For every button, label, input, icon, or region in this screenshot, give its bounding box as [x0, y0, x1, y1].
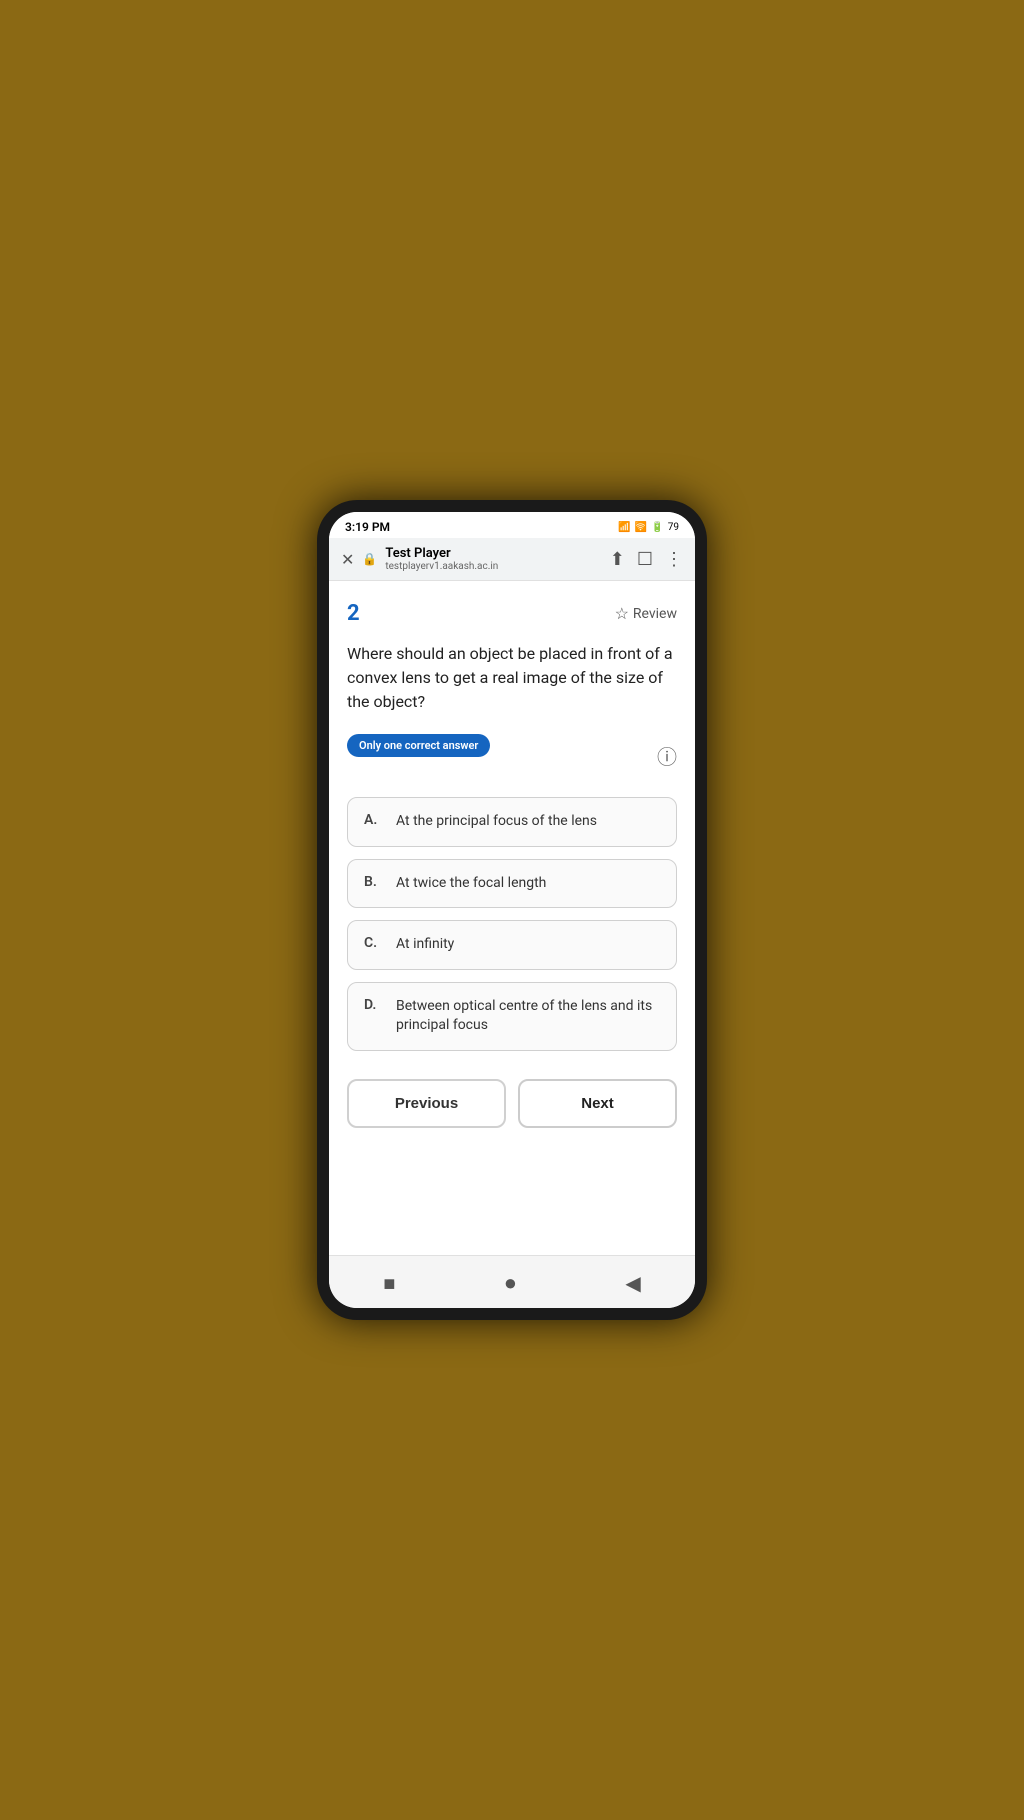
option-d[interactable]: D. Between optical centre of the lens an… — [347, 982, 677, 1051]
badge-info-row: Only one correct answer ⓘ — [347, 734, 677, 777]
back-button[interactable]: ◀ — [613, 1267, 652, 1299]
bookmark-icon[interactable]: ☐ — [637, 549, 653, 570]
option-c-letter: C. — [364, 935, 384, 951]
option-b-letter: B. — [364, 874, 384, 890]
bottom-nav: ■ ● ◀ — [329, 1255, 695, 1308]
site-title: Test Player — [385, 546, 601, 561]
wifi-icon: 🛜 — [635, 522, 647, 533]
battery-icon: 🔋 — [651, 522, 663, 533]
previous-button[interactable]: Previous — [347, 1079, 506, 1128]
site-url: testplayerv1.aakash.ac.in — [385, 561, 601, 572]
browser-actions: ⬆ ☐ ⋮ — [610, 549, 683, 570]
review-button[interactable]: ☆ Review — [615, 604, 677, 623]
option-a-text: At the principal focus of the lens — [396, 812, 597, 832]
browser-bar: ✕ 🔒 Test Player testplayerv1.aakash.ac.i… — [329, 538, 695, 581]
next-button[interactable]: Next — [518, 1079, 677, 1128]
answer-type-badge: Only one correct answer — [347, 734, 490, 757]
content-area: 2 ☆ Review Where should an object be pla… — [329, 581, 695, 1255]
share-icon[interactable]: ⬆ — [610, 549, 625, 570]
question-header: 2 ☆ Review — [347, 601, 677, 626]
question-number: 2 — [347, 601, 360, 626]
status-time: 3:19 PM — [345, 520, 390, 534]
option-a-letter: A. — [364, 812, 384, 828]
review-label: Review — [633, 606, 677, 622]
recents-button[interactable]: ■ — [371, 1267, 407, 1300]
nav-buttons: Previous Next — [347, 1079, 677, 1128]
option-d-letter: D. — [364, 997, 384, 1013]
browser-title-block: Test Player testplayerv1.aakash.ac.in — [385, 546, 601, 572]
menu-icon[interactable]: ⋮ — [665, 549, 683, 570]
star-icon: ☆ — [615, 604, 629, 623]
options-container: A. At the principal focus of the lens B.… — [347, 797, 677, 1051]
signal-icon: 📶 — [618, 522, 630, 533]
option-c-text: At infinity — [396, 935, 454, 955]
browser-close-icon[interactable]: ✕ — [341, 550, 354, 569]
phone-device: 3:19 PM 📶 🛜 🔋 79 ✕ 🔒 Test Player testpla… — [317, 500, 707, 1320]
option-b[interactable]: B. At twice the focal length — [347, 859, 677, 909]
option-b-text: At twice the focal length — [396, 874, 546, 894]
status-icons: 📶 🛜 🔋 79 — [618, 522, 679, 533]
option-c[interactable]: C. At infinity — [347, 920, 677, 970]
battery-level: 79 — [668, 522, 679, 533]
info-icon[interactable]: ⓘ — [657, 741, 677, 770]
lock-icon: 🔒 — [362, 552, 377, 566]
option-d-text: Between optical centre of the lens and i… — [396, 997, 660, 1036]
option-a[interactable]: A. At the principal focus of the lens — [347, 797, 677, 847]
question-text: Where should an object be placed in fron… — [347, 642, 677, 714]
status-bar: 3:19 PM 📶 🛜 🔋 79 — [329, 512, 695, 538]
phone-screen: 3:19 PM 📶 🛜 🔋 79 ✕ 🔒 Test Player testpla… — [329, 512, 695, 1308]
home-button[interactable]: ● — [492, 1266, 529, 1300]
